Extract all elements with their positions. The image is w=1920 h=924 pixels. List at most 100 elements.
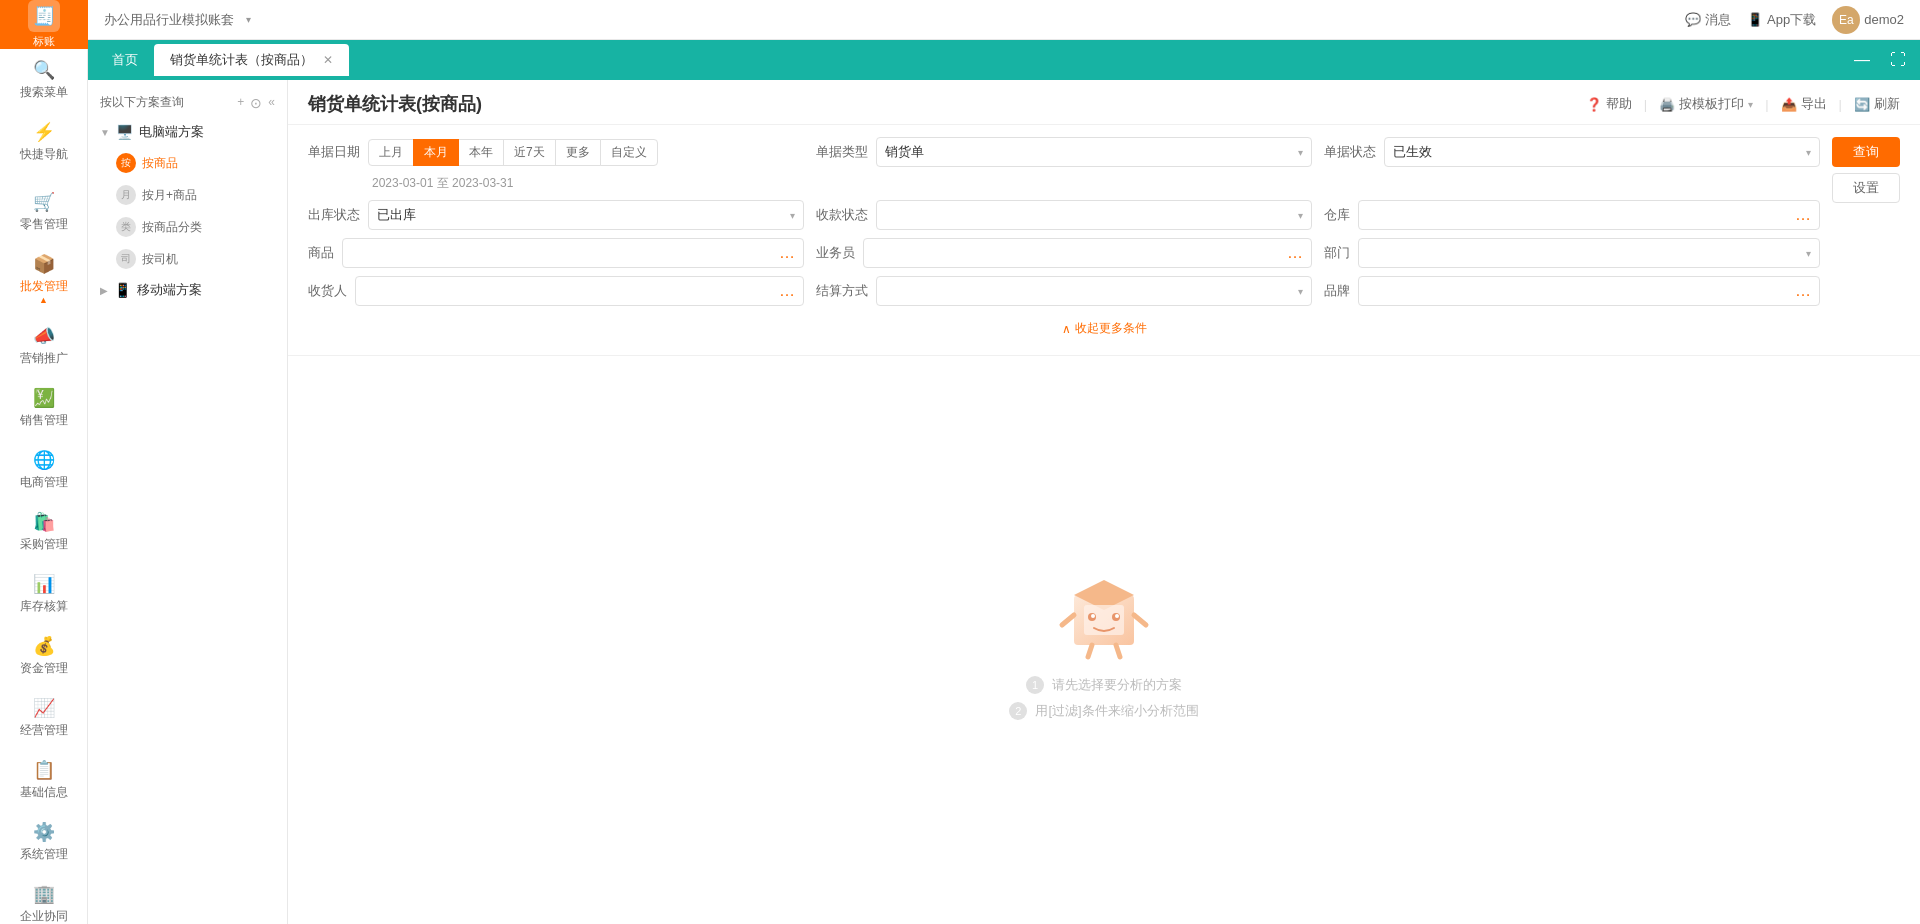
app-download-btn[interactable]: 📱 App下载 (1747, 11, 1816, 29)
page-actions: ❓ 帮助 | 🖨️ 按模板打印 ▾ | 📤 导出 | (1586, 95, 1900, 113)
sidebar-item-sales[interactable]: 💹 销售管理 (0, 377, 87, 439)
sidebar-item-enterprise[interactable]: 🏢 企业协同 (0, 873, 87, 924)
scheme-item-label: 按商品分类 (142, 219, 202, 236)
scheme-collapse-btn[interactable]: « (268, 95, 275, 111)
logo-text: 标账 (33, 34, 55, 49)
basic-info-icon: 📋 (33, 759, 55, 781)
marketing-icon: 📣 (33, 325, 55, 347)
date-btn-custom[interactable]: 自定义 (600, 139, 658, 166)
workspace-dropdown-arrow[interactable]: ▾ (246, 14, 251, 25)
scheme-item-by-category[interactable]: 类 按商品分类 (88, 211, 287, 243)
print-icon: 🖨️ (1659, 97, 1675, 112)
warehouse-status-input[interactable]: 已出库 ▾ (368, 200, 804, 230)
warehouse2-input[interactable]: … (1358, 200, 1820, 230)
query-button[interactable]: 查询 (1832, 137, 1900, 167)
collection-label: 收款状态 (816, 206, 868, 224)
export-icon: 📤 (1781, 97, 1797, 112)
doc-status-value: 已生效 (1393, 143, 1432, 161)
settlement-input[interactable]: ▾ (876, 276, 1312, 306)
salesperson-input[interactable]: … (863, 238, 1312, 268)
sidebar-item-marketing[interactable]: 📣 营销推广 (0, 315, 87, 377)
product-label: 商品 (308, 244, 334, 262)
sidebar-item-finance[interactable]: 💰 资金管理 (0, 625, 87, 687)
print-dropdown-arrow[interactable]: ▾ (1748, 99, 1753, 110)
user-profile-btn[interactable]: Ea demo2 (1832, 6, 1904, 34)
tab-sales-stats[interactable]: 销货单统计表（按商品） ✕ (154, 44, 349, 76)
tab-maximize-btn[interactable]: ⛶ (1884, 46, 1912, 74)
tab-close-btn[interactable]: ✕ (323, 53, 333, 67)
scheme-item-icon-category: 类 (116, 217, 136, 237)
salesperson-label: 业务员 (816, 244, 855, 262)
template-print-btn[interactable]: 🖨️ 按模板打印 ▾ (1659, 95, 1753, 113)
sales-icon: 💹 (33, 387, 55, 409)
sidebar-item-ecommerce[interactable]: 🌐 电商管理 (0, 439, 87, 501)
header-right: 💬 消息 📱 App下载 Ea demo2 (1685, 6, 1904, 34)
template-print-label: 按模板打印 (1679, 95, 1744, 113)
brand-filter-cell: 品牌 … (1324, 276, 1820, 306)
sidebar-item-purchase[interactable]: 🛍️ 采购管理 (0, 501, 87, 563)
date-btn-last-month[interactable]: 上月 (368, 139, 414, 166)
step-2-text: 用[过滤]条件来缩小分析范围 (1035, 702, 1198, 720)
tab-home[interactable]: 首页 (96, 44, 154, 76)
doc-type-input[interactable]: 销货单 ▾ (876, 137, 1312, 167)
sidebar-item-label: 采购管理 (20, 536, 68, 553)
sidebar-item-inventory[interactable]: 📊 库存核算 (0, 563, 87, 625)
sidebar-item-retail[interactable]: 🛒 零售管理 (0, 181, 87, 243)
sidebar-item-label: 基础信息 (20, 784, 68, 801)
set-button[interactable]: 设置 (1832, 173, 1900, 203)
retail-icon: 🛒 (33, 191, 55, 213)
svg-point-5 (1091, 614, 1095, 618)
brand-more[interactable]: … (1795, 282, 1811, 300)
doc-type-value: 销货单 (885, 143, 924, 161)
date-filter-cell: 单据日期 上月 本月 本年 近7天 更多 自定义 (308, 139, 804, 166)
collapse-btn[interactable]: ∧ 收起更多条件 (308, 314, 1900, 343)
tab-bar: 首页 销货单统计表（按商品） ✕ — ⛶ (88, 40, 1920, 80)
scheme-item-by-cashier[interactable]: 司 按司机 (88, 243, 287, 275)
department-input[interactable]: ▾ (1358, 238, 1820, 268)
main-area: 办公用品行业模拟账套 ▾ 💬 消息 📱 App下载 Ea demo2 首页 (88, 0, 1920, 924)
scheme-item-by-product[interactable]: 按 按商品 (88, 147, 287, 179)
date-btn-this-year[interactable]: 本年 (458, 139, 504, 166)
doc-status-input[interactable]: 已生效 ▾ (1384, 137, 1820, 167)
brand-input[interactable]: … (1358, 276, 1820, 306)
export-btn[interactable]: 📤 导出 (1781, 95, 1827, 113)
help-icon: ❓ (1586, 97, 1602, 112)
scheme-item-icon-month: 月 (116, 185, 136, 205)
scheme-actions: + ⊙ « (237, 95, 275, 111)
warehouse2-more[interactable]: … (1795, 206, 1811, 224)
export-label: 导出 (1801, 95, 1827, 113)
salesperson-more[interactable]: … (1287, 244, 1303, 262)
finance-icon: 💰 (33, 635, 55, 657)
product-more[interactable]: … (779, 244, 795, 262)
scheme-item-by-month-product[interactable]: 月 按月+商品 (88, 179, 287, 211)
workspace-selector[interactable]: 办公用品行业模拟账套 ▾ (104, 11, 251, 29)
content-wrapper: 按以下方案查询 + ⊙ « ▼ 🖥️ 电脑端方案 按 按商品 (88, 80, 1920, 924)
date-btn-this-month[interactable]: 本月 (413, 139, 459, 166)
receiver-more[interactable]: … (779, 282, 795, 300)
help-btn[interactable]: ❓ 帮助 (1586, 95, 1632, 113)
sidebar-item-system[interactable]: ⚙️ 系统管理 (0, 811, 87, 873)
settlement-filter-cell: 结算方式 ▾ (816, 276, 1312, 306)
date-filter-group: 上月 本月 本年 近7天 更多 自定义 (368, 139, 657, 166)
product-input[interactable]: … (342, 238, 804, 268)
refresh-label: 刷新 (1874, 95, 1900, 113)
receiver-input[interactable]: … (355, 276, 804, 306)
collection-input[interactable]: ▾ (876, 200, 1312, 230)
tab-bar-actions: — ⛶ (1848, 46, 1912, 74)
sidebar-item-operation[interactable]: 📈 经营管理 (0, 687, 87, 749)
sidebar-item-search[interactable]: 🔍 搜索菜单 (0, 49, 87, 111)
date-btn-more[interactable]: 更多 (555, 139, 601, 166)
scheme-edit-btn[interactable]: ⊙ (250, 95, 262, 111)
scheme-group-mobile-header[interactable]: ▶ 📱 移动端方案 (88, 275, 287, 305)
tab-minimize-btn[interactable]: — (1848, 46, 1876, 74)
sidebar-item-quick-nav[interactable]: ⚡ 快捷导航 (0, 111, 87, 173)
scheme-group-desktop-header[interactable]: ▼ 🖥️ 电脑端方案 (88, 117, 287, 147)
scheme-item-icon-orange: 按 (116, 153, 136, 173)
sidebar-item-wholesale[interactable]: 📦 批发管理 ▲ (0, 243, 87, 315)
scheme-add-btn[interactable]: + (237, 95, 244, 111)
message-btn[interactable]: 💬 消息 (1685, 11, 1731, 29)
inventory-icon: 📊 (33, 573, 55, 595)
sidebar-item-basic-info[interactable]: 📋 基础信息 (0, 749, 87, 811)
date-btn-last-7-days[interactable]: 近7天 (503, 139, 556, 166)
refresh-btn[interactable]: 🔄 刷新 (1854, 95, 1900, 113)
